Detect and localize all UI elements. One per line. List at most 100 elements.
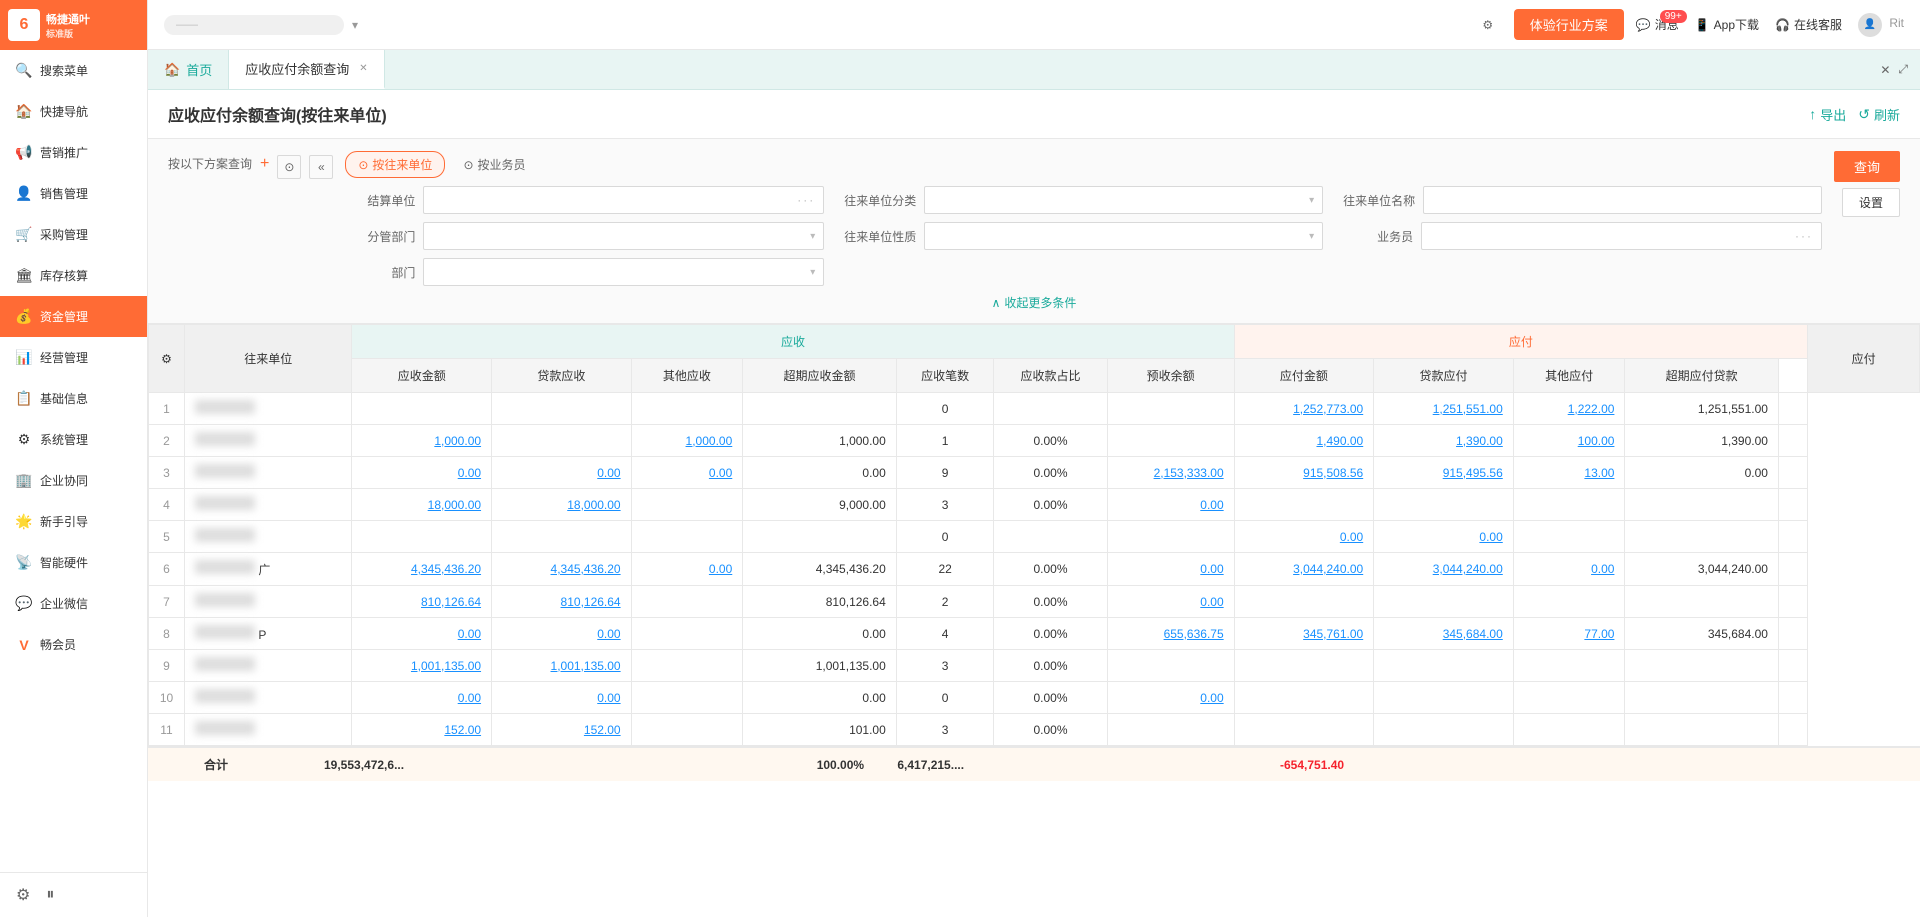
filter-target-icon[interactable]: ⊙ (277, 155, 301, 179)
tab-expand-icon[interactable]: ⤢ (1898, 62, 1908, 77)
header-app-button[interactable]: 📱 App下载 (1695, 16, 1759, 33)
settings-button[interactable]: 设置 (1842, 188, 1900, 217)
unit-name-input[interactable] (1423, 186, 1822, 214)
row-other-recv-7 (631, 586, 743, 618)
refresh-button[interactable]: ↺ 刷新 (1858, 105, 1900, 124)
filter-unit-nature: 往来单位性质 ▾ (844, 222, 1323, 250)
sales-icon: 👤 (16, 186, 32, 202)
row-other-pay-11 (1513, 714, 1625, 746)
row-other-recv-9 (631, 650, 743, 682)
dept-input[interactable]: ▾ (423, 258, 824, 286)
filter-option-by-unit[interactable]: ⊙ 按往来单位 (345, 151, 445, 178)
header-gear-icon[interactable]: ⚙ (1474, 11, 1502, 39)
sidebar-item-marketing[interactable]: 📢 营销推广 (0, 132, 147, 173)
sidebar-item-finance[interactable]: 💰 资金管理 (0, 296, 147, 337)
row-prepaid-9 (1107, 650, 1234, 682)
sidebar-item-collab[interactable]: 🏢 企业协同 (0, 460, 147, 501)
filter-unit-category: 往来单位分类 ▾ (844, 186, 1323, 214)
filter-add-button[interactable]: + (260, 155, 269, 173)
sidebar-item-wechat[interactable]: 💬 企业微信 (0, 583, 147, 624)
header-path-dropdown[interactable]: ▾ (352, 18, 358, 32)
tab-balance[interactable]: 应收应付余额查询 ✕ (229, 50, 384, 89)
row-other-recv-2: 1,000.00 (631, 425, 743, 457)
sidebar-item-search[interactable]: 🔍 搜索菜单 (0, 50, 147, 91)
header-message-button[interactable]: 💬 消息 99+ (1636, 16, 1679, 33)
row-num-7: 7 (149, 586, 185, 618)
col-partner-header: 往来单位 (185, 325, 352, 393)
sidebar-settings-icon[interactable]: ⚙ (16, 885, 30, 905)
page-header: 应收应付余额查询(按往来单位) ↑ 导出 ↺ 刷新 (148, 90, 1920, 139)
row-loan-recv-9: 1,001,135.00 (492, 650, 632, 682)
sidebar-item-purchase[interactable]: 🛒 采购管理 (0, 214, 147, 255)
header-service-button[interactable]: 🎧 在线客服 (1775, 16, 1842, 33)
row-num-11: 11 (149, 714, 185, 746)
sidebar-item-guide[interactable]: 🌟 新手引导 (0, 501, 147, 542)
sidebar-item-nav[interactable]: 🏠 快捷导航 (0, 91, 147, 132)
row-loan-pay-6: 3,044,240.00 (1374, 553, 1514, 586)
unit-nature-input[interactable]: ▾ (924, 222, 1323, 250)
tab-close-icon[interactable]: ✕ (359, 63, 367, 74)
row-pay-suffix-4 (1778, 489, 1807, 521)
settlement-label: 结算单位 (345, 192, 415, 209)
settlement-input[interactable]: ··· (423, 186, 824, 214)
col-receivable-count: 应收笔数 (896, 359, 994, 393)
row-recv-ratio-4: 0.00% (994, 489, 1107, 521)
row-loan-pay-4 (1374, 489, 1514, 521)
header-user[interactable]: 👤 Rit (1858, 13, 1904, 37)
row-partner-8: P (185, 618, 352, 650)
row-pay-amt-2: 1,490.00 (1234, 425, 1374, 457)
col-settings[interactable]: ⚙ (149, 325, 185, 393)
sidebar-item-operation[interactable]: 📊 经营管理 (0, 337, 147, 378)
unit-category-input[interactable]: ▾ (924, 186, 1323, 214)
export-button[interactable]: ↑ 导出 (1809, 105, 1846, 124)
row-recv-count-7: 2 (896, 586, 994, 618)
row-loan-pay-11 (1374, 714, 1514, 746)
sidebar-item-base[interactable]: 📋 基础信息 (0, 378, 147, 419)
query-button[interactable]: 查询 (1834, 151, 1900, 182)
sidebar-item-member[interactable]: V 畅会员 (0, 624, 147, 665)
sidebar-item-member-label: 畅会员 (40, 636, 76, 653)
sidebar: 6 畅捷通叶 标准版 🔍 搜索菜单 🏠 快捷导航 📢 营销推广 👤 销售管理 🛒… (0, 0, 148, 917)
sidebar-item-sales[interactable]: 👤 销售管理 (0, 173, 147, 214)
table-container: ⚙ 往来单位 应收 应付 应付 应收金额 贷款应收 其他应收 超期应收金额 应收… (148, 324, 1920, 917)
sidebar-item-system[interactable]: ⚙ 系统管理 (0, 419, 147, 460)
sidebar-item-smart[interactable]: 📡 智能硬件 (0, 542, 147, 583)
header-path-text: —— (164, 15, 344, 35)
row-other-pay-6: 0.00 (1513, 553, 1625, 586)
row-num-10: 10 (149, 682, 185, 714)
unit-category-label: 往来单位分类 (844, 192, 916, 209)
tab-balance-label: 应收应付余额查询 (245, 59, 349, 78)
table-settings-icon[interactable]: ⚙ (161, 352, 172, 366)
warehouse-icon: 🏛 (16, 268, 32, 284)
dept-label: 部门 (345, 264, 415, 281)
sidebar-collapse-icon[interactable]: ⏸ (46, 886, 54, 904)
row-other-pay-10 (1513, 682, 1625, 714)
salesman-input[interactable]: ··· (1421, 222, 1822, 250)
tab-close-all-icon[interactable]: ✕ (1880, 63, 1890, 77)
filter-option-by-staff[interactable]: ⊙ 按业务员 (451, 152, 537, 177)
row-recv-amt-7: 810,126.64 (352, 586, 492, 618)
row-loan-recv-7: 810,126.64 (492, 586, 632, 618)
filter-collapse-btn[interactable]: « (309, 155, 333, 179)
row-other-pay-3: 13.00 (1513, 457, 1625, 489)
footer-prepaid-total: 6,417,215.... (874, 758, 974, 772)
page: 应收应付余额查询(按往来单位) ↑ 导出 ↺ 刷新 按以下方案查询 + ⊙ (148, 90, 1920, 917)
export-icon: ↑ (1809, 106, 1816, 122)
sidebar-item-smart-label: 智能硬件 (40, 554, 88, 571)
sidebar-item-system-label: 系统管理 (40, 431, 88, 448)
row-partner-1 (185, 393, 352, 425)
sidebar-item-operation-label: 经营管理 (40, 349, 88, 366)
filter-salesman: 业务员 ··· (1343, 222, 1822, 250)
sidebar-item-warehouse[interactable]: 🏛 库存核算 (0, 255, 147, 296)
tab-home[interactable]: 🏠 首页 (148, 50, 229, 89)
row-pay-suffix-1 (1778, 393, 1807, 425)
filter-collapse-row[interactable]: ∧ 收起更多条件 (168, 294, 1900, 311)
col-payable-amount: 应付金额 (1234, 359, 1374, 393)
row-recv-amt-2: 1,000.00 (352, 425, 492, 457)
header-cta-button[interactable]: 体验行业方案 (1514, 9, 1624, 40)
home-icon: 🏠 (16, 104, 32, 120)
dept-manage-input[interactable]: ▾ (423, 222, 824, 250)
collab-icon: 🏢 (16, 473, 32, 489)
sidebar-item-base-label: 基础信息 (40, 390, 88, 407)
user-avatar: 👤 (1858, 13, 1882, 37)
